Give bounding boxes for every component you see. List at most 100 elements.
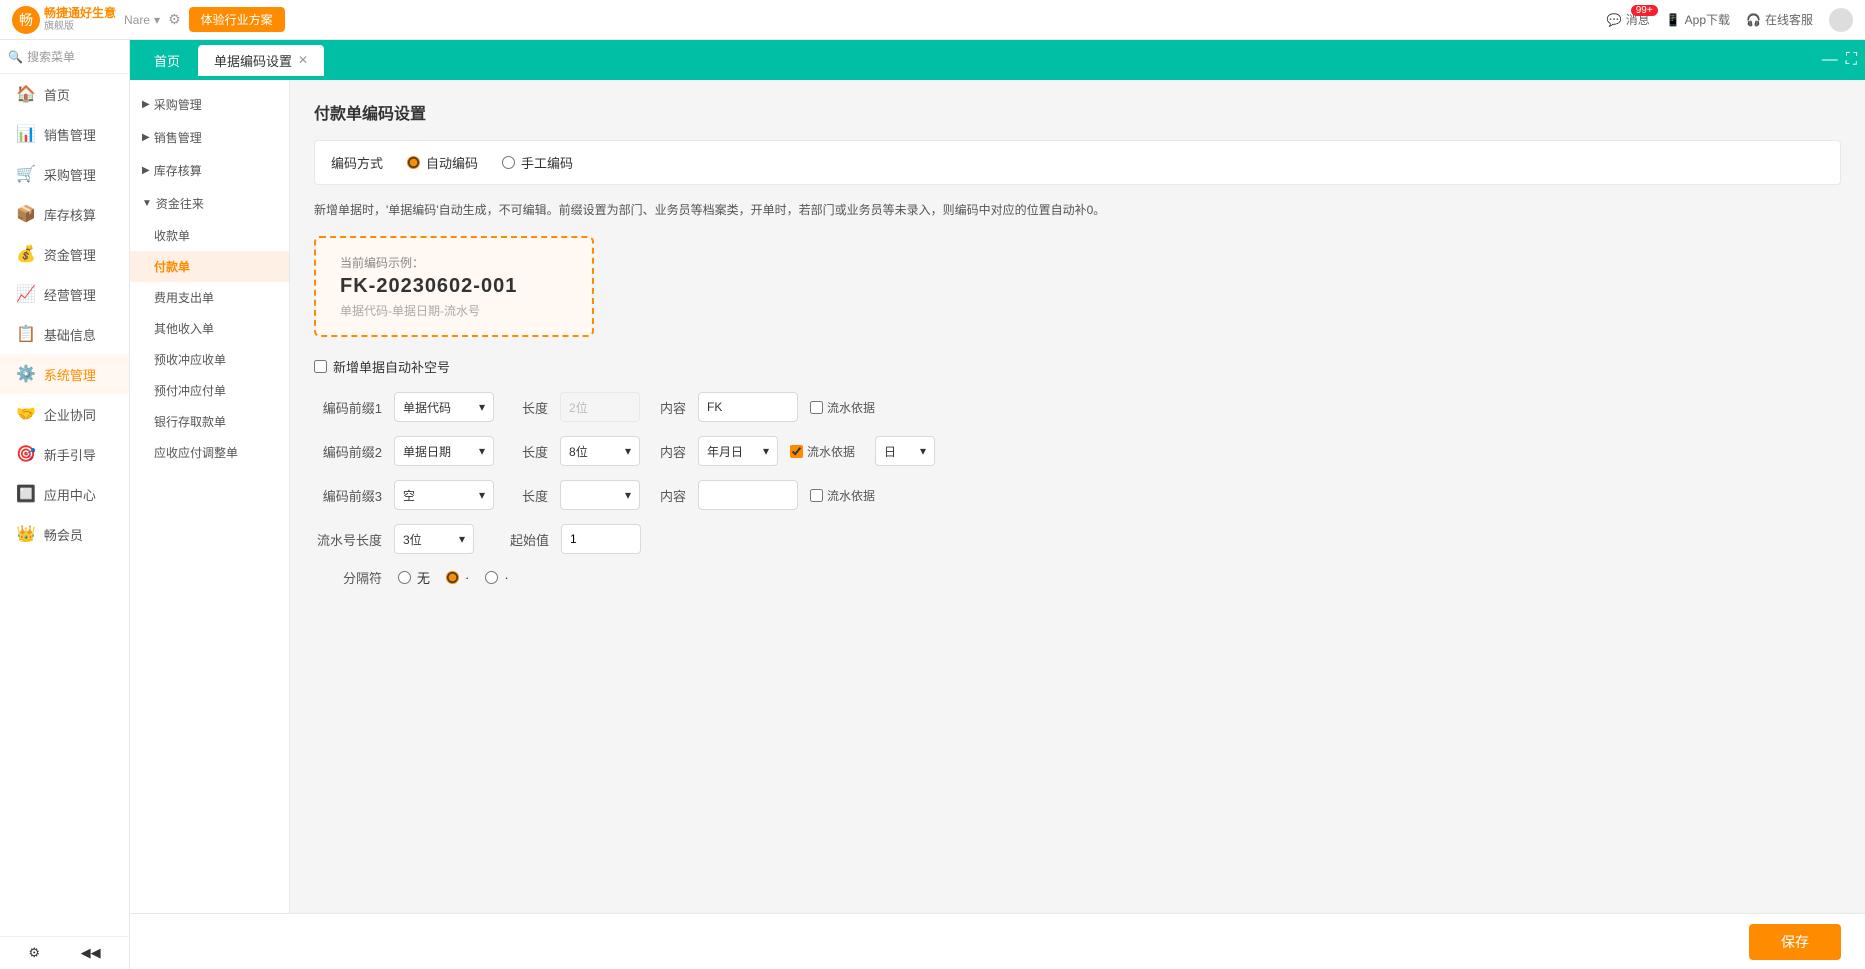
- form-row-1: 编码前缀1 单据代码 ▾ 长度 2位 内容 FK 流水依据: [314, 392, 1841, 422]
- start-value-input[interactable]: 1: [561, 524, 641, 554]
- sub-item-receipt[interactable]: 收款单: [130, 220, 289, 251]
- sep-none-radio[interactable]: 无: [398, 568, 430, 587]
- sidebar-item-inventory[interactable]: 📦 库存核算: [0, 194, 129, 234]
- manual-code-radio[interactable]: 手工编码: [502, 153, 573, 172]
- mobile-icon: 📱: [1666, 13, 1681, 27]
- length1-label: 长度: [522, 398, 548, 417]
- save-button[interactable]: 保存: [1749, 924, 1841, 960]
- content3-value: [698, 480, 798, 510]
- app-download-btn[interactable]: 📱 App下载: [1666, 11, 1730, 28]
- online-support-btn[interactable]: 🎧 在线客服: [1746, 11, 1813, 28]
- sidebar-item-guide[interactable]: 🎯 新手引导: [0, 434, 129, 474]
- serial-length-chevron-icon: ▾: [459, 532, 465, 546]
- content2-select[interactable]: 年月日 ▾: [698, 436, 778, 466]
- sub-group-inventory-title[interactable]: ▶ 库存核算: [130, 154, 289, 187]
- code-example-value: FK-20230602-001: [340, 275, 568, 298]
- stream2-label: 流水依据: [807, 443, 855, 460]
- sub-group-sales-title[interactable]: ▶ 销售管理: [130, 121, 289, 154]
- auto-code-radio[interactable]: 自动编码: [407, 153, 478, 172]
- prefix1-label: 编码前缀1: [314, 398, 382, 417]
- auto-code-radio-input[interactable]: [407, 156, 420, 169]
- prefix3-value: 空: [403, 487, 415, 504]
- length2-chevron-icon: ▾: [625, 444, 631, 458]
- user-avatar[interactable]: [1829, 8, 1853, 32]
- bottom-bar: 保存: [130, 913, 1865, 969]
- sub-group-funds: ▼ 资金往来 收款单 付款单 费用支出单 其他收入单 预收冲应收单 预付冲应付单…: [130, 187, 289, 468]
- enterprise-select[interactable]: Nare ▾: [124, 13, 160, 27]
- sidebar-item-system[interactable]: ⚙️ 系统管理: [0, 354, 129, 394]
- sub-item-prepayment-payable[interactable]: 预付冲应付单: [130, 375, 289, 406]
- sub-item-expense[interactable]: 费用支出单: [130, 282, 289, 313]
- prefix3-select[interactable]: 空 ▾: [394, 480, 494, 510]
- length1-value: 2位: [560, 392, 640, 422]
- prefix3-label: 编码前缀3: [314, 486, 382, 505]
- message-icon: 💬: [1607, 13, 1622, 27]
- prefix1-select[interactable]: 单据代码 ▾: [394, 392, 494, 422]
- serial-length-select[interactable]: 3位 ▾: [394, 524, 474, 554]
- minimize-icon[interactable]: —: [1822, 51, 1838, 69]
- headset-icon: 🎧: [1746, 13, 1761, 27]
- settings-icon[interactable]: ⚙: [168, 11, 181, 28]
- member-icon: 👑: [16, 524, 36, 544]
- manual-code-radio-input[interactable]: [502, 156, 515, 169]
- sub-item-prepayment-receivable[interactable]: 预收冲应收单: [130, 344, 289, 375]
- sub-group-purchase-title[interactable]: ▶ 采购管理: [130, 88, 289, 121]
- enterprise-name: Nare: [124, 13, 150, 27]
- sidebar-bottom: ⚙ ◀◀: [0, 936, 129, 969]
- collapse-icon[interactable]: ◀◀: [81, 945, 101, 961]
- form-row-3: 编码前缀3 空 ▾ 长度 ▾ 内容 流水依据: [314, 480, 1841, 510]
- stream2-select[interactable]: 日 ▾: [875, 436, 935, 466]
- stream3-checkbox: 流水依据: [810, 487, 875, 504]
- sep-none-label: 无: [417, 568, 430, 587]
- stream3-checkbox-input[interactable]: [810, 489, 823, 502]
- sub-item-payment[interactable]: 付款单: [130, 251, 289, 282]
- stream1-label: 流水依据: [827, 399, 875, 416]
- sidebar-item-home[interactable]: 🏠 首页: [0, 74, 129, 114]
- sidebar-item-enterprise[interactable]: 🤝 企业协同: [0, 394, 129, 434]
- experience-btn[interactable]: 体验行业方案: [189, 7, 285, 32]
- sub-item-bank[interactable]: 银行存取款单: [130, 406, 289, 437]
- sep-dot-radio[interactable]: ·: [446, 570, 469, 585]
- sidebar-item-sales[interactable]: 📊 销售管理: [0, 114, 129, 154]
- prefix2-value: 单据日期: [403, 443, 451, 460]
- tab-home[interactable]: 首页: [138, 45, 196, 76]
- length2-select[interactable]: 8位 ▾: [560, 436, 640, 466]
- sidebar-item-apps[interactable]: 🔲 应用中心: [0, 474, 129, 514]
- auto-fill-checkbox[interactable]: [314, 360, 327, 373]
- tab-code-settings[interactable]: 单据编码设置 ✕: [198, 45, 324, 76]
- inventory-icon: 📦: [16, 204, 36, 224]
- prefix1-value: 单据代码: [403, 399, 451, 416]
- length3-select[interactable]: ▾: [560, 480, 640, 510]
- sidebar-item-purchase[interactable]: 🛒 采购管理: [0, 154, 129, 194]
- stream2-checkbox-input[interactable]: [790, 445, 803, 458]
- apps-icon: 🔲: [16, 484, 36, 504]
- finance-icon: 💰: [16, 244, 36, 264]
- sep-dot2-radio[interactable]: ·: [485, 570, 508, 585]
- search-menu[interactable]: 🔍 搜索菜单: [0, 40, 129, 74]
- sub-item-other-income[interactable]: 其他收入单: [130, 313, 289, 344]
- online-support-label: 在线客服: [1765, 11, 1813, 28]
- settings-bottom-icon[interactable]: ⚙: [28, 945, 40, 961]
- sep-dot2-radio-input[interactable]: [485, 571, 498, 584]
- code-method-section: 编码方式 自动编码 手工编码: [314, 140, 1841, 185]
- sub-item-adjustment[interactable]: 应收应付调整单: [130, 437, 289, 468]
- expand-icon[interactable]: ⛶: [1846, 51, 1857, 69]
- prefix2-select[interactable]: 单据日期 ▾: [394, 436, 494, 466]
- sidebar-item-member[interactable]: 👑 畅会员: [0, 514, 129, 554]
- messages-btn[interactable]: 💬 消息 99+: [1607, 11, 1650, 28]
- sidebar-item-operation[interactable]: 📈 经营管理: [0, 274, 129, 314]
- length2-label: 长度: [522, 442, 548, 461]
- guide-icon: 🎯: [16, 444, 36, 464]
- sidebar-item-finance[interactable]: 💰 资金管理: [0, 234, 129, 274]
- sep-none-radio-input[interactable]: [398, 571, 411, 584]
- sidebar-item-basic[interactable]: 📋 基础信息: [0, 314, 129, 354]
- form-row-2: 编码前缀2 单据日期 ▾ 长度 8位 ▾ 内容 年月日 ▾: [314, 436, 1841, 466]
- sub-group-funds-title[interactable]: ▼ 资金往来: [130, 187, 289, 220]
- tab-close-icon[interactable]: ✕: [298, 53, 308, 67]
- sep-dot-radio-input[interactable]: [446, 571, 459, 584]
- length3-chevron-icon: ▾: [625, 488, 631, 502]
- sales-icon: 📊: [16, 124, 36, 144]
- serial-row: 流水号长度 3位 ▾ 起始值 1: [314, 524, 1841, 554]
- sub-group-sales-label: 销售管理: [154, 129, 202, 146]
- stream1-checkbox-input[interactable]: [810, 401, 823, 414]
